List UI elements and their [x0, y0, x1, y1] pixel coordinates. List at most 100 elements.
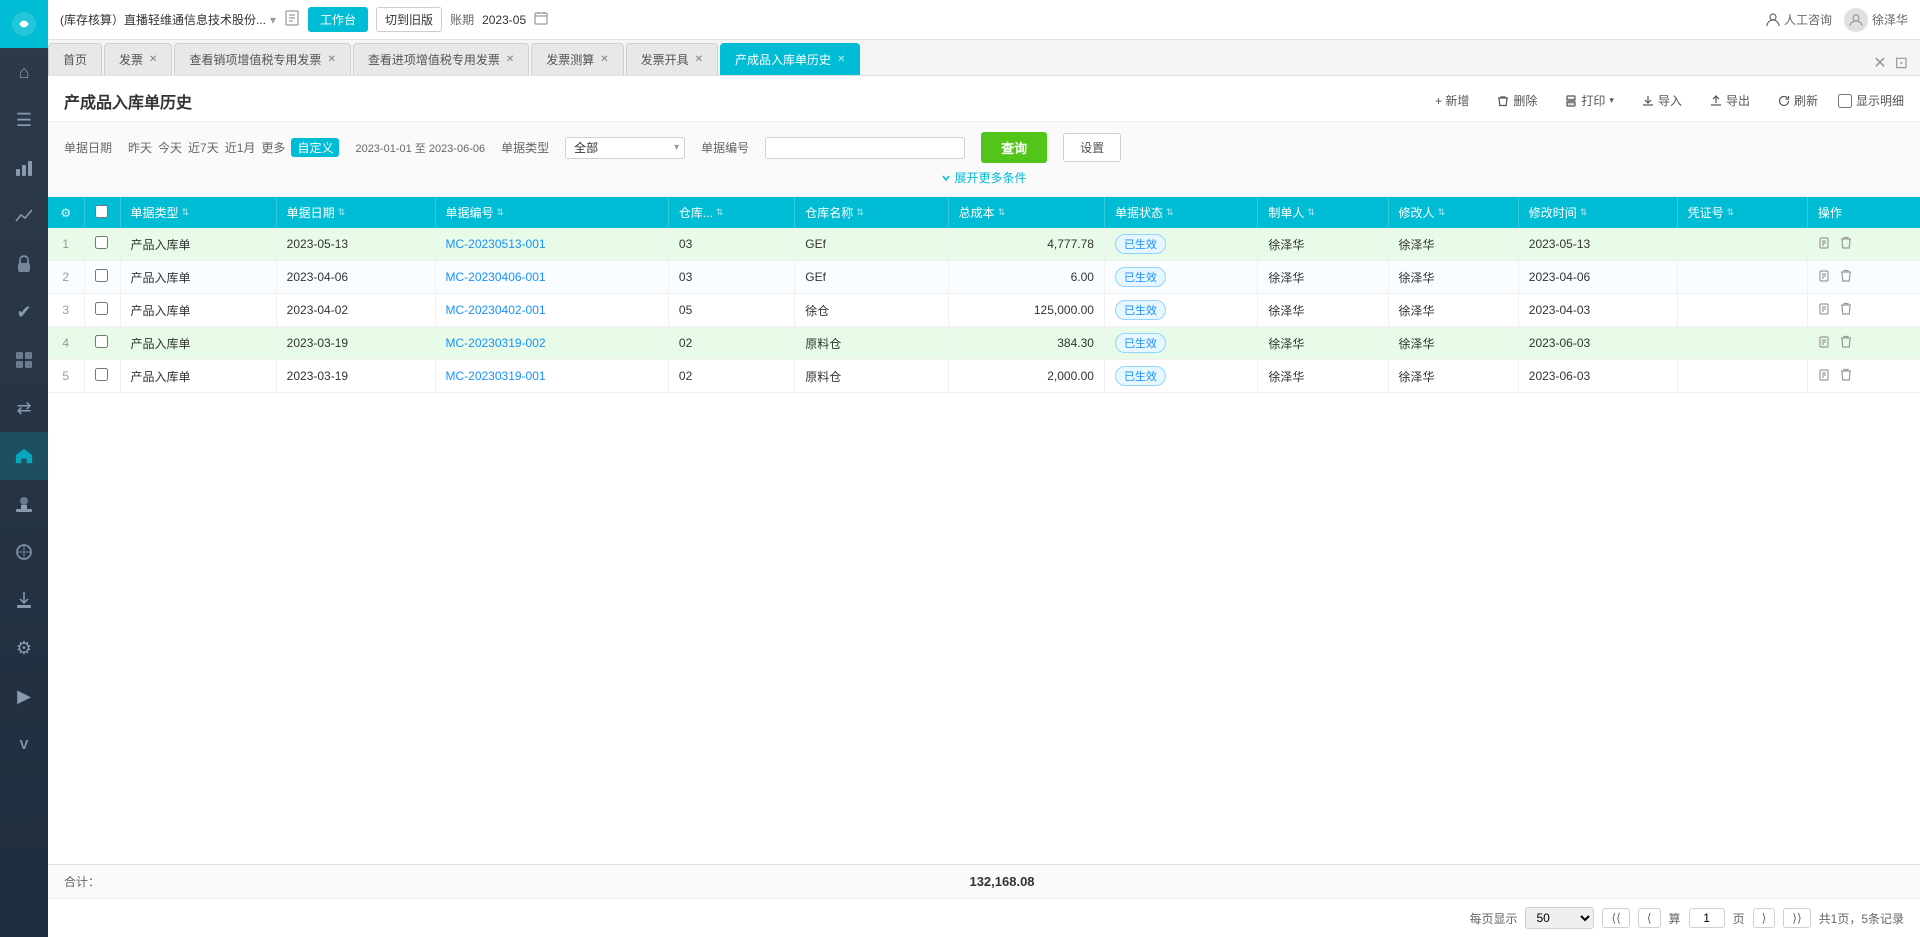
show-detail-toggle[interactable]: 显示明细 [1838, 92, 1904, 109]
setting-button[interactable]: 设置 [1063, 133, 1121, 162]
sidebar-item-approval[interactable]: ✔ [0, 288, 48, 336]
tab-close-all-icon[interactable]: ✕ [1873, 53, 1886, 73]
date-more[interactable]: 更多 [261, 139, 285, 156]
date-1month[interactable]: 近1月 [225, 139, 256, 156]
page-prev-button[interactable]: ⟨ [1638, 908, 1661, 928]
customer-service[interactable]: 人工咨询 [1766, 11, 1832, 28]
sidebar-item-download[interactable] [0, 576, 48, 624]
tab-vat-sales-close[interactable]: ✕ [327, 54, 335, 65]
row-edit-icon[interactable] [1818, 336, 1836, 352]
doc-num-link[interactable]: MC-20230319-002 [446, 336, 546, 350]
row-wh-name: GEf [795, 261, 948, 294]
show-detail-checkbox[interactable] [1838, 94, 1852, 108]
row-delete-icon[interactable] [1840, 270, 1852, 286]
th-doc-type[interactable]: 单据类型 ⇅ [120, 197, 276, 228]
expand-conditions-button[interactable]: 展开更多条件 [941, 169, 1026, 186]
sidebar-item-video[interactable]: ▶ [0, 672, 48, 720]
user-menu[interactable]: 徐泽华 [1844, 8, 1908, 32]
period-calendar-icon[interactable] [534, 11, 548, 28]
row-select-checkbox[interactable] [95, 335, 108, 348]
th-modifier[interactable]: 修改人 ⇅ [1388, 197, 1518, 228]
tab-product-inbound-close[interactable]: ✕ [837, 54, 845, 65]
th-total-cost[interactable]: 总成本 ⇅ [948, 197, 1104, 228]
date-7days[interactable]: 近7天 [188, 139, 219, 156]
tabbar: 首页 发票 ✕ 查看销项增值税专用发票 ✕ 查看进项增值税专用发票 ✕ 发票测算… [48, 40, 1920, 76]
tab-invoice-calc-close[interactable]: ✕ [600, 54, 608, 65]
tab-invoice-calc[interactable]: 发票测算 ✕ [531, 43, 623, 75]
tab-invoice[interactable]: 发票 ✕ [104, 43, 172, 75]
doc-num-link[interactable]: MC-20230402-001 [446, 303, 546, 317]
th-warehouse-name[interactable]: 仓库名称 ⇅ [795, 197, 948, 228]
tab-vat-sales[interactable]: 查看销项增值税专用发票 ✕ [174, 43, 350, 75]
date-today[interactable]: 今天 [158, 139, 182, 156]
switch-old-button[interactable]: 切到旧版 [376, 7, 442, 32]
row-delete-icon[interactable] [1840, 369, 1852, 385]
row-delete-icon[interactable] [1840, 303, 1852, 319]
page-next-button[interactable]: ⟩ [1753, 908, 1776, 928]
page-first-button[interactable]: ⟨⟨ [1602, 908, 1629, 928]
page-input[interactable]: 1 [1689, 908, 1725, 928]
tab-vat-purchase-close[interactable]: ✕ [506, 54, 514, 65]
th-doc-num[interactable]: 单据编号 ⇅ [435, 197, 668, 228]
export-button[interactable]: 导出 [1702, 88, 1758, 113]
row-edit-icon[interactable] [1818, 303, 1836, 319]
row-select-checkbox[interactable] [95, 269, 108, 282]
row-delete-icon[interactable] [1840, 237, 1852, 253]
refresh-button[interactable]: 刷新 [1770, 88, 1826, 113]
sidebar-item-lock[interactable] [0, 240, 48, 288]
delete-button[interactable]: 删除 [1489, 88, 1545, 113]
import-button[interactable]: 导入 [1634, 88, 1690, 113]
sidebar-item-warehouse[interactable] [0, 432, 48, 480]
tab-invoice-issue-close[interactable]: ✕ [695, 54, 703, 65]
th-settings[interactable]: ⚙ [48, 197, 84, 228]
doc-icon[interactable] [284, 10, 300, 29]
sidebar-item-settings[interactable]: ⚙ [0, 624, 48, 672]
sidebar-item-data[interactable] [0, 336, 48, 384]
sidebar-item-transfer[interactable]: ⇄ [0, 384, 48, 432]
row-delete-icon[interactable] [1840, 336, 1852, 352]
page-last-button[interactable]: ⟩⟩ [1783, 908, 1810, 928]
row-operations [1807, 261, 1920, 294]
date-yesterday[interactable]: 昨天 [128, 139, 152, 156]
doc-num-input[interactable] [765, 137, 965, 159]
sidebar-item-docs[interactable]: ☰ [0, 96, 48, 144]
th-modify-time[interactable]: 修改时间 ⇅ [1518, 197, 1677, 228]
sidebar-item-home[interactable]: ⌂ [0, 48, 48, 96]
new-button[interactable]: + 新增 [1427, 88, 1477, 113]
sidebar-item-analytics[interactable] [0, 192, 48, 240]
row-edit-icon[interactable] [1818, 237, 1836, 253]
select-all-checkbox[interactable] [95, 205, 108, 218]
doc-num-link[interactable]: MC-20230406-001 [446, 270, 546, 284]
tab-home[interactable]: 首页 [48, 43, 102, 75]
th-warehouse-code[interactable]: 仓库... ⇅ [668, 197, 794, 228]
tab-vat-purchase[interactable]: 查看进项增值税专用发票 ✕ [353, 43, 529, 75]
doc-num-link[interactable]: MC-20230319-001 [446, 369, 546, 383]
doc-num-link[interactable]: MC-20230513-001 [446, 237, 546, 251]
sidebar-item-api[interactable] [0, 528, 48, 576]
tab-invoice-close[interactable]: ✕ [149, 54, 157, 65]
doc-type-select[interactable]: 全部 产品入库单 [565, 137, 685, 159]
print-dropdown-icon[interactable]: ▾ [1609, 95, 1614, 106]
row-select-checkbox[interactable] [95, 368, 108, 381]
row-edit-icon[interactable] [1818, 270, 1836, 286]
tab-invoice-issue[interactable]: 发票开具 ✕ [626, 43, 718, 75]
sidebar-item-stamp[interactable] [0, 480, 48, 528]
tab-product-inbound[interactable]: 产成品入库单历史 ✕ [720, 43, 860, 75]
th-doc-date[interactable]: 单据日期 ⇅ [276, 197, 435, 228]
settings-icon[interactable]: ⚙ [60, 206, 71, 220]
th-doc-status[interactable]: 单据状态 ⇅ [1104, 197, 1257, 228]
company-dropdown-icon[interactable]: ▾ [270, 13, 276, 27]
query-button[interactable]: 查询 [981, 132, 1047, 163]
row-select-checkbox[interactable] [95, 302, 108, 315]
print-button[interactable]: 打印 ▾ [1557, 88, 1622, 113]
th-voucher-num[interactable]: 凭证号 ⇅ [1677, 197, 1807, 228]
sidebar-item-version[interactable]: V [0, 720, 48, 768]
per-page-select[interactable]: 50 100 200 [1525, 907, 1594, 929]
th-creator[interactable]: 制单人 ⇅ [1258, 197, 1388, 228]
row-edit-icon[interactable] [1818, 369, 1836, 385]
row-select-checkbox[interactable] [95, 236, 108, 249]
tab-restore-icon[interactable]: ⊡ [1895, 53, 1908, 73]
workbench-button[interactable]: 工作台 [308, 7, 368, 32]
date-custom[interactable]: 自定义 [291, 138, 339, 157]
sidebar-item-chart[interactable] [0, 144, 48, 192]
